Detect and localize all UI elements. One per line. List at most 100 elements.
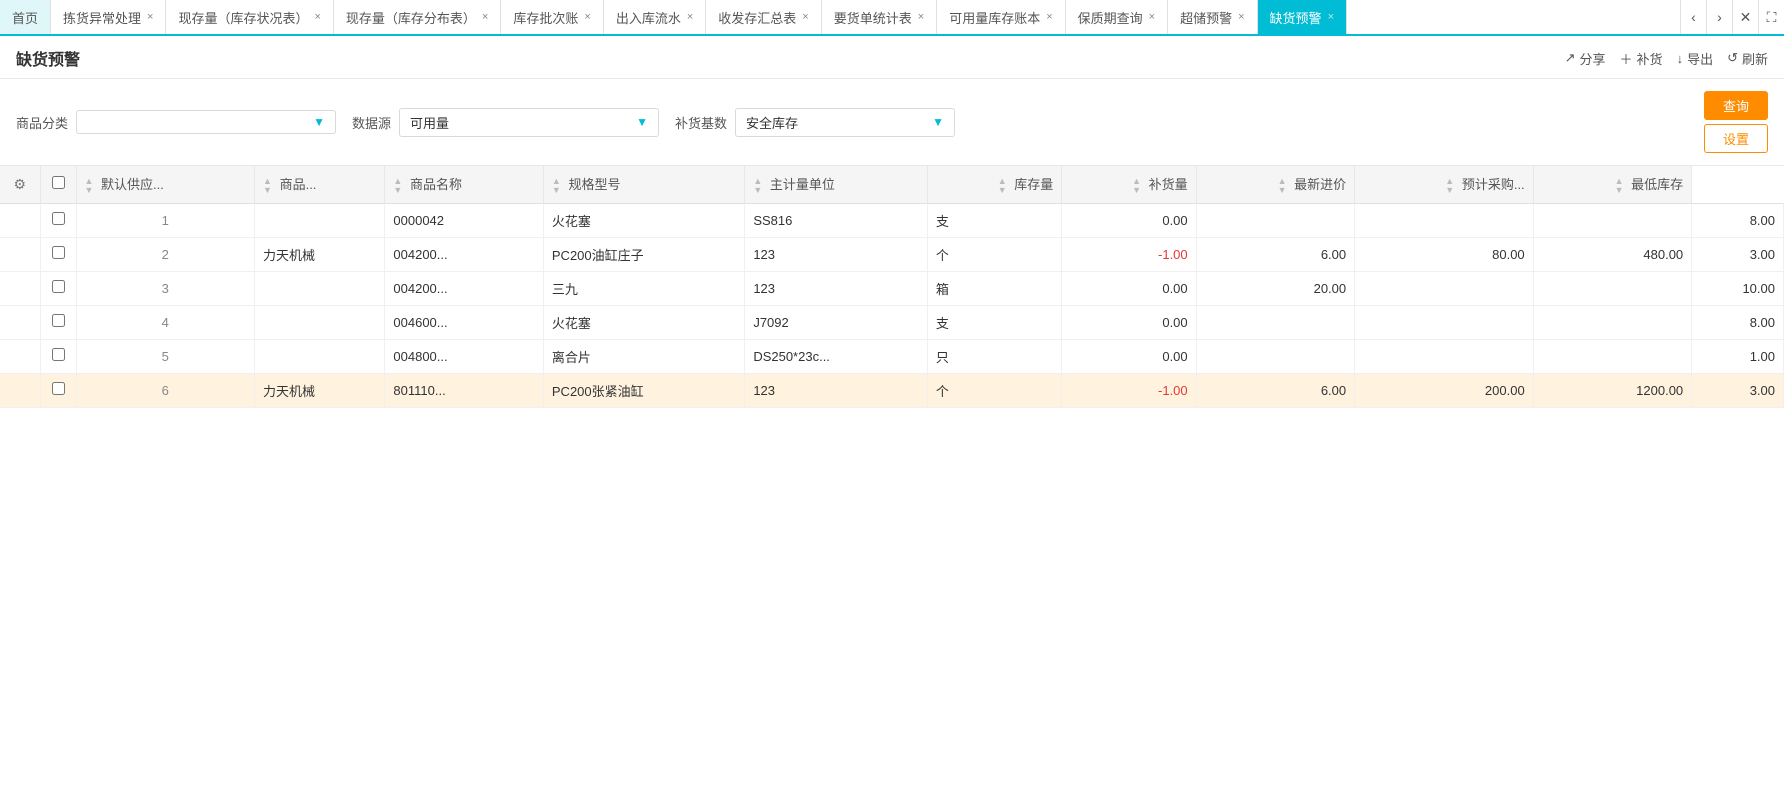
tab-inventory-status[interactable]: 现存量（库存状况表） × [166, 0, 333, 34]
tab-inout-flow-close[interactable]: × [687, 11, 693, 23]
latest-price-col-label: 最新进价 [1294, 177, 1346, 192]
tab-inventory-dist-label: 现存量（库存分布表） [346, 8, 476, 27]
export-button[interactable]: ↓ 导出 [1677, 49, 1714, 68]
row-checkbox-2[interactable] [52, 246, 65, 259]
row-stock-cell: 0.00 [1062, 305, 1196, 339]
col-header-check [40, 166, 76, 203]
datasource-filter-label: 数据源 [352, 113, 391, 132]
tab-bar: 首页 拣货异常处理 × 现存量（库存状况表） × 现存量（库存分布表） × 库存… [0, 0, 1784, 36]
row-supplier-cell [255, 271, 385, 305]
tab-batch-account[interactable]: 库存批次账 × [501, 0, 603, 34]
tab-expiry-query[interactable]: 保质期查询 × [1066, 0, 1168, 34]
table-row: 6 力天机械 801110... PC200张紧油缸 123 个 -1.00 6… [0, 373, 1784, 407]
tab-close-others-btn[interactable]: ✕ [1732, 0, 1758, 34]
refresh-button[interactable]: ↺ 刷新 [1727, 49, 1768, 68]
tab-expiry-query-close[interactable]: × [1149, 11, 1155, 23]
tab-maximize-btn[interactable]: ⛶ [1758, 0, 1784, 34]
tab-shortage-close[interactable]: × [1328, 11, 1334, 23]
replenish-base-select-value: 安全库存 [746, 113, 798, 132]
replenish-base-filter-group: 补货基数 安全库存 ▼ [675, 108, 955, 137]
replenish-base-select[interactable]: 安全库存 ▼ [735, 108, 955, 137]
export-icon: ↓ [1677, 51, 1684, 66]
datasource-select[interactable]: 可用量 ▼ [399, 108, 659, 137]
row-checkbox-6[interactable] [52, 382, 65, 395]
replenish-sort-icon: ▲▼ [1132, 177, 1141, 195]
col-header-stock: ▲▼ 库存量 [927, 166, 1061, 203]
tab-prev-btn[interactable]: ‹ [1680, 0, 1706, 34]
query-button[interactable]: 查询 [1704, 91, 1768, 120]
row-estimated-purchase-cell [1533, 203, 1691, 237]
row-checkbox-5[interactable] [52, 348, 65, 361]
row-stock-cell: 0.00 [1062, 339, 1196, 373]
tab-collect-summary[interactable]: 收发存汇总表 × [706, 0, 821, 34]
share-button[interactable]: ↗ 分享 [1565, 49, 1606, 68]
row-checkbox-3[interactable] [52, 280, 65, 293]
row-unit-cell: 支 [927, 305, 1061, 339]
tab-abnormal-close[interactable]: × [147, 11, 153, 23]
replenish-button[interactable]: ＋ 补货 [1620, 49, 1663, 68]
col-header-min-stock: ▲▼ 最低库存 [1533, 166, 1691, 203]
estimated-purchase-col-label: 预计采购... [1462, 177, 1525, 192]
row-unit-cell: 只 [927, 339, 1061, 373]
replenish-label: 补货 [1637, 49, 1663, 68]
row-supplier-cell [255, 305, 385, 339]
tab-available-ledger-close[interactable]: × [1046, 11, 1052, 23]
row-supplier-cell: 力天机械 [255, 373, 385, 407]
filter-area: 商品分类 ▼ 数据源 可用量 ▼ 补货基数 安全库存 ▼ 查询 设置 [0, 79, 1784, 166]
refresh-icon: ↺ [1727, 50, 1738, 66]
goods-code-sort-icon: ▲▼ [263, 177, 272, 195]
datasource-filter-group: 数据源 可用量 ▼ [352, 108, 659, 137]
min-stock-sort-icon: ▲▼ [1615, 177, 1624, 195]
row-replenish-cell: 20.00 [1196, 271, 1354, 305]
goods-name-sort-icon: ▲▼ [393, 177, 402, 195]
supplier-sort-icon: ▲▼ [85, 177, 94, 195]
replenish-icon: ＋ [1620, 49, 1633, 68]
col-header-latest-price: ▲▼ 最新进价 [1196, 166, 1354, 203]
row-goods-code-cell: 004200... [385, 271, 543, 305]
tab-shortage[interactable]: 缺货预警 × [1258, 0, 1347, 34]
category-select[interactable]: ▼ [76, 110, 336, 134]
tab-inout-flow-label: 出入库流水 [616, 8, 681, 27]
tab-demand-stat[interactable]: 要货单统计表 × [822, 0, 937, 34]
row-check-cell [40, 203, 76, 237]
row-spec-cell: SS816 [745, 203, 928, 237]
tab-next-btn[interactable]: › [1706, 0, 1732, 34]
goods-code-col-label: 商品... [280, 177, 317, 192]
tab-collect-summary-close[interactable]: × [802, 11, 808, 23]
row-stock-cell: 0.00 [1062, 203, 1196, 237]
page-title: 缺货预警 [16, 46, 80, 70]
tab-available-ledger[interactable]: 可用量库存账本 × [937, 0, 1065, 34]
tab-inventory-dist[interactable]: 现存量（库存分布表） × [334, 0, 501, 34]
table-body: 1 0000042 火花塞 SS816 支 0.00 8.00 2 力天机械 0… [0, 203, 1784, 407]
tab-inventory-status-close[interactable]: × [314, 11, 320, 23]
filter-actions: 查询 设置 [1704, 91, 1768, 153]
row-goods-code-cell: 801110... [385, 373, 543, 407]
tab-inventory-dist-close[interactable]: × [482, 11, 488, 23]
row-stock-cell: -1.00 [1062, 237, 1196, 271]
table-row: 3 004200... 三九 123 箱 0.00 20.00 10.00 [0, 271, 1784, 305]
category-filter-label: 商品分类 [16, 113, 68, 132]
row-stock-cell: 0.00 [1062, 271, 1196, 305]
row-checkbox-4[interactable] [52, 314, 65, 327]
setting-button[interactable]: 设置 [1704, 124, 1768, 153]
row-checkbox-1[interactable] [52, 212, 65, 225]
header-actions: ↗ 分享 ＋ 补货 ↓ 导出 ↺ 刷新 [1565, 49, 1768, 68]
page-header: 缺货预警 ↗ 分享 ＋ 补货 ↓ 导出 ↺ 刷新 [0, 36, 1784, 79]
tab-home[interactable]: 首页 [0, 0, 51, 34]
row-replenish-cell: 6.00 [1196, 237, 1354, 271]
row-check-cell [40, 305, 76, 339]
row-replenish-cell [1196, 203, 1354, 237]
tab-abnormal[interactable]: 拣货异常处理 × [51, 0, 166, 34]
tab-demand-stat-close[interactable]: × [918, 11, 924, 23]
row-goods-name-cell: 火花塞 [543, 203, 744, 237]
tab-overstock-close[interactable]: × [1238, 11, 1244, 23]
gear-settings-icon[interactable]: ⚙ [13, 176, 26, 192]
row-replenish-cell [1196, 339, 1354, 373]
tab-overstock[interactable]: 超储预警 × [1168, 0, 1257, 34]
tab-batch-account-close[interactable]: × [584, 11, 590, 23]
select-all-checkbox[interactable] [52, 176, 65, 189]
datasource-select-value: 可用量 [410, 113, 449, 132]
row-latest-price-cell [1355, 203, 1534, 237]
tab-inout-flow[interactable]: 出入库流水 × [604, 0, 706, 34]
row-latest-price-cell [1355, 305, 1534, 339]
